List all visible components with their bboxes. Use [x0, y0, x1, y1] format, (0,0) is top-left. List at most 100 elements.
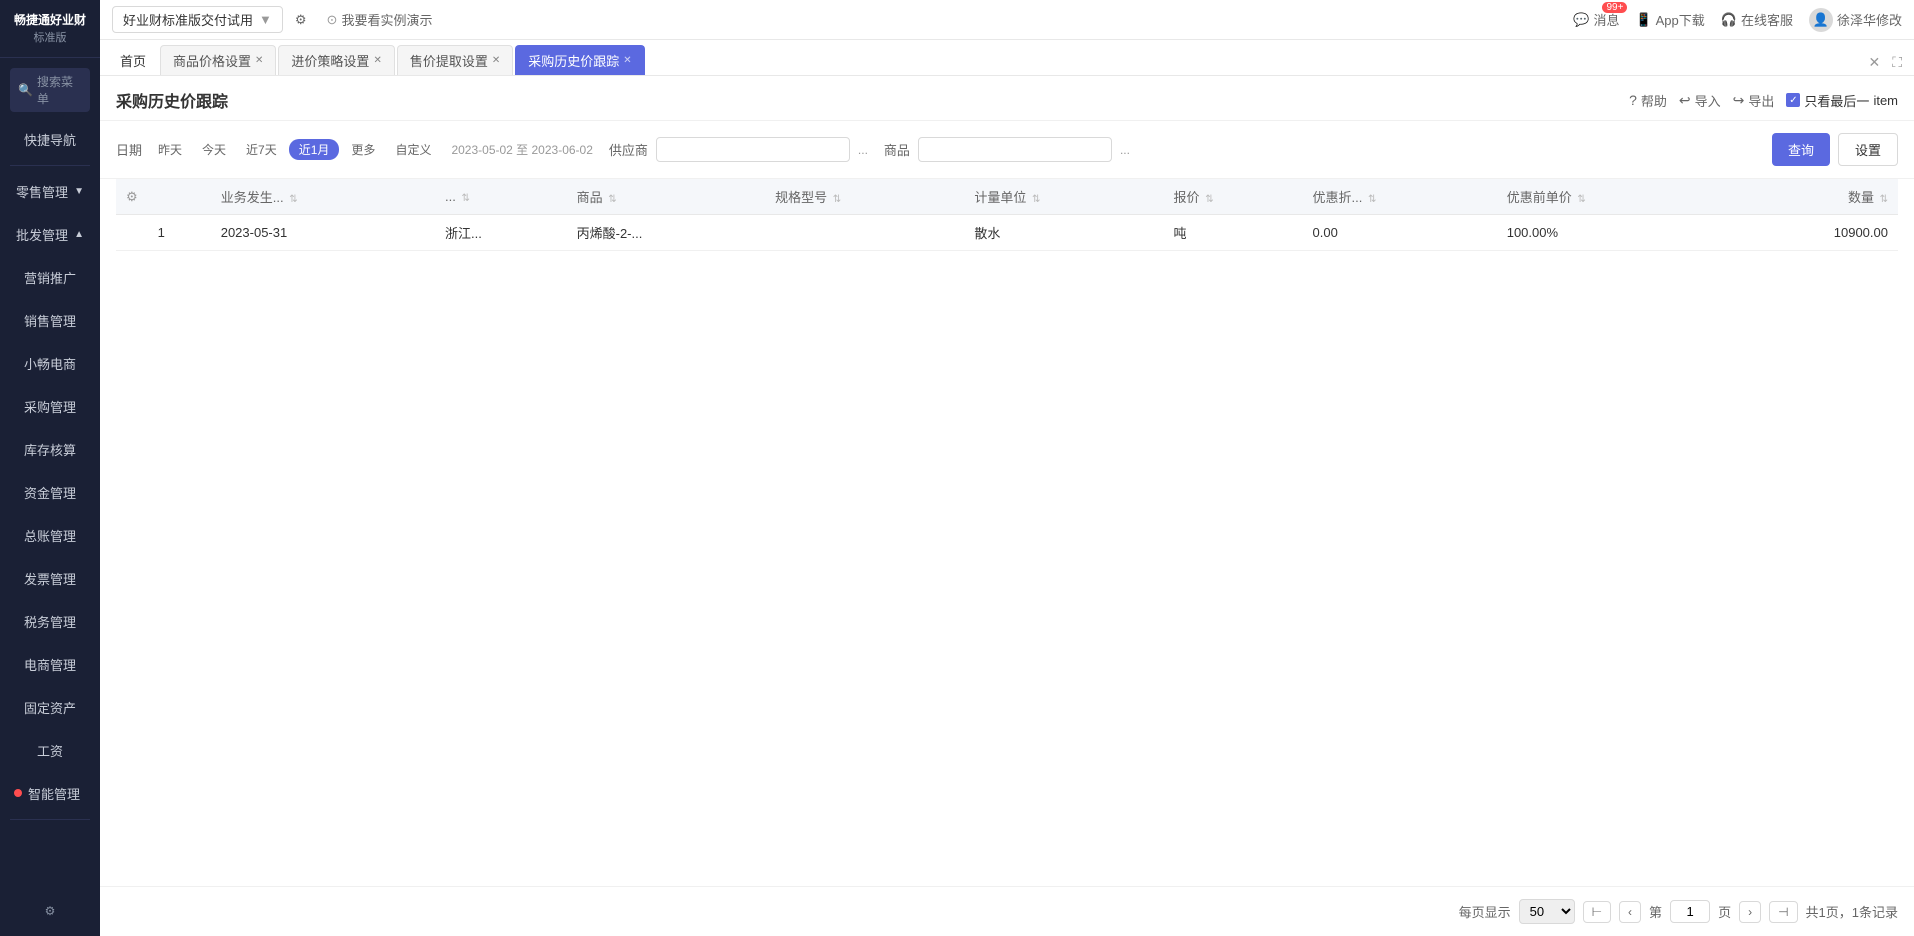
tab-purchase-strategy[interactable]: 进价策略设置 ✕ [278, 45, 394, 75]
col-unit-price: 优惠前单价 ⇅ [1497, 179, 1726, 215]
sidebar-item-finance[interactable]: 资金管理 [6, 473, 94, 512]
export-button[interactable]: ↪ 导出 [1733, 91, 1775, 110]
help-button[interactable]: ? 帮助 [1629, 91, 1667, 110]
col-quantity: 数量 ⇅ [1726, 179, 1898, 215]
sort-discount-icon[interactable]: ⇅ [1368, 194, 1376, 205]
demo-button[interactable]: ⊙ 我要看实例演示 [327, 10, 433, 29]
sidebar-item-general-ledger[interactable]: 总账管理 [6, 516, 94, 555]
product-more-btn[interactable]: ... [1120, 143, 1130, 157]
sidebar-item-tax[interactable]: 税务管理 [6, 602, 94, 641]
date-last7days-btn[interactable]: 近7天 [238, 139, 285, 160]
row-quoted-price-cell: 0.00 [1303, 215, 1497, 251]
page-title: 采购历史价跟踪 [116, 88, 228, 112]
close-price-settings-icon[interactable]: ✕ [255, 55, 263, 66]
sort-spec-icon[interactable]: ⇅ [833, 194, 841, 205]
row-unit-cell: 散水 [964, 215, 1163, 251]
tab-price-settings-label: 商品价格设置 [173, 51, 251, 70]
sort-quantity-icon[interactable]: ⇅ [1880, 194, 1888, 205]
next-page-button[interactable]: › [1739, 901, 1761, 923]
sidebar-item-invoice[interactable]: 发票管理 [6, 559, 94, 598]
sidebar-quick-nav[interactable]: 快捷导航 [6, 120, 94, 159]
row-settings-cell [116, 215, 148, 251]
date-filter-options: 昨天 今天 近7天 近1月 更多 自定义 [150, 139, 439, 160]
column-settings-icon[interactable]: ⚙ [126, 189, 138, 204]
messages-button[interactable]: 💬 消息 99+ [1573, 10, 1619, 29]
date-custom-btn[interactable]: 自定义 [387, 139, 439, 160]
tab-sale-price[interactable]: 售价提取设置 ✕ [397, 45, 513, 75]
row-unit-price-cell: 10900.00 [1726, 215, 1898, 251]
user-profile-button[interactable]: 👤 徐泽华修改 [1809, 8, 1902, 32]
sort-unit-icon[interactable]: ⇅ [1032, 194, 1040, 205]
only-last-checkbox[interactable]: ✓ [1786, 93, 1800, 107]
close-sale-price-icon[interactable]: ✕ [492, 55, 500, 66]
online-service-button[interactable]: 🎧 在线客服 [1721, 10, 1793, 29]
sidebar-item-fixed-assets[interactable]: 固定资产 [6, 688, 94, 727]
data-table: ⚙ 业务发生... ⇅ ... ⇅ [116, 179, 1898, 251]
close-purchase-strategy-icon[interactable]: ✕ [373, 55, 381, 66]
sidebar-item-smart[interactable]: 智能管理 [6, 774, 94, 813]
sidebar-item-retail[interactable]: 零售管理 ▼ [6, 172, 94, 211]
sidebar: 畅捷通好业财 标准版 🔍 搜索菜单 快捷导航 零售管理 ▼ 批发管理 ▲ 营销推… [0, 0, 100, 936]
page-suffix-label: 页 [1718, 902, 1731, 921]
sidebar-item-salary[interactable]: 工资 [6, 731, 94, 770]
sort-price-icon[interactable]: ⇅ [1205, 194, 1213, 205]
close-purchase-history-icon[interactable]: ✕ [623, 55, 631, 66]
product-selector[interactable]: 好业财标准版交付试用 ▼ [112, 6, 283, 33]
last-page-button[interactable]: ⊣ [1769, 901, 1797, 923]
date-filter-label: 日期 [116, 140, 142, 159]
tab-purchase-history[interactable]: 采购历史价跟踪 ✕ [515, 45, 644, 75]
content-area: 采购历史价跟踪 ? 帮助 ↩ 导入 ↪ 导出 ✓ [100, 76, 1914, 936]
row-spec-cell [765, 215, 964, 251]
per-page-select[interactable]: 50 10 20 100 [1519, 899, 1575, 924]
demo-icon: ⊙ [327, 12, 338, 28]
sidebar-item-inventory[interactable]: 库存核算 [6, 430, 94, 469]
sort-product-icon[interactable]: ⇅ [608, 194, 616, 205]
sort-ellipsis-icon[interactable]: ⇅ [461, 193, 469, 204]
sidebar-settings-button[interactable]: ⚙ [10, 896, 90, 926]
tab-home[interactable]: 首页 [108, 45, 158, 75]
close-tab-button[interactable]: ✕ [1864, 50, 1884, 75]
sidebar-search-button[interactable]: 🔍 搜索菜单 [10, 68, 90, 112]
chevron-down-icon: ▼ [74, 186, 84, 197]
date-filter-row: 日期 昨天 今天 近7天 近1月 更多 自定义 2023-05-02 至 202… [116, 139, 593, 160]
prev-page-button[interactable]: ‹ [1619, 901, 1641, 923]
date-yesterday-btn[interactable]: 昨天 [150, 139, 190, 160]
import-button[interactable]: ↩ 导入 [1679, 91, 1721, 110]
settings-button[interactable]: 设置 [1838, 133, 1898, 166]
col-settings: ⚙ [116, 179, 148, 215]
col-product: 商品 ⇅ [567, 179, 766, 215]
sidebar-item-purchase[interactable]: 采购管理 [6, 387, 94, 426]
sort-unit-price-icon[interactable]: ⇅ [1577, 194, 1585, 205]
date-last1month-btn[interactable]: 近1月 [289, 139, 340, 160]
sidebar-logo: 畅捷通好业财 标准版 [0, 0, 100, 58]
total-info: 共1页，1条记录 [1806, 902, 1898, 921]
sort-date-icon[interactable]: ⇅ [289, 194, 297, 205]
sidebar-item-wholesale[interactable]: 批发管理 ▲ [6, 215, 94, 254]
date-more-btn[interactable]: 更多 [343, 139, 383, 160]
per-page-label: 每页显示 [1459, 902, 1511, 921]
query-button[interactable]: 查询 [1772, 133, 1830, 166]
user-avatar: 👤 [1809, 8, 1833, 32]
product-input[interactable] [918, 137, 1112, 162]
smart-indicator-dot [14, 789, 22, 797]
col-price: 报价 ⇅ [1164, 179, 1303, 215]
row-date-cell: 2023-05-31 [211, 215, 435, 251]
sidebar-item-sales[interactable]: 销售管理 [6, 301, 94, 340]
sidebar-item-marketing[interactable]: 营销推广 [6, 258, 94, 297]
first-page-button[interactable]: ⊢ [1583, 901, 1611, 923]
product-filter-label: 商品 [884, 140, 910, 159]
maximize-tab-button[interactable]: ⛶ [1888, 50, 1906, 75]
app-download-button[interactable]: 📱 App下载 [1635, 10, 1704, 29]
sidebar-search-area: 🔍 搜索菜单 [0, 58, 100, 118]
tab-price-settings[interactable]: 商品价格设置 ✕ [160, 45, 276, 75]
supplier-filter-label: 供应商 [609, 140, 648, 159]
sidebar-item-ecommerce-small[interactable]: 小畅电商 [6, 344, 94, 383]
table-container: ⚙ 业务发生... ⇅ ... ⇅ [100, 179, 1914, 886]
sidebar-item-ecommerce[interactable]: 电商管理 [6, 645, 94, 684]
topbar-settings-button[interactable]: ⚙ [291, 8, 311, 32]
date-today-btn[interactable]: 今天 [194, 139, 234, 160]
supplier-input[interactable] [656, 137, 850, 162]
phone-icon: 📱 [1635, 12, 1651, 28]
page-number-input[interactable] [1670, 900, 1710, 923]
supplier-more-btn[interactable]: ... [858, 143, 868, 157]
